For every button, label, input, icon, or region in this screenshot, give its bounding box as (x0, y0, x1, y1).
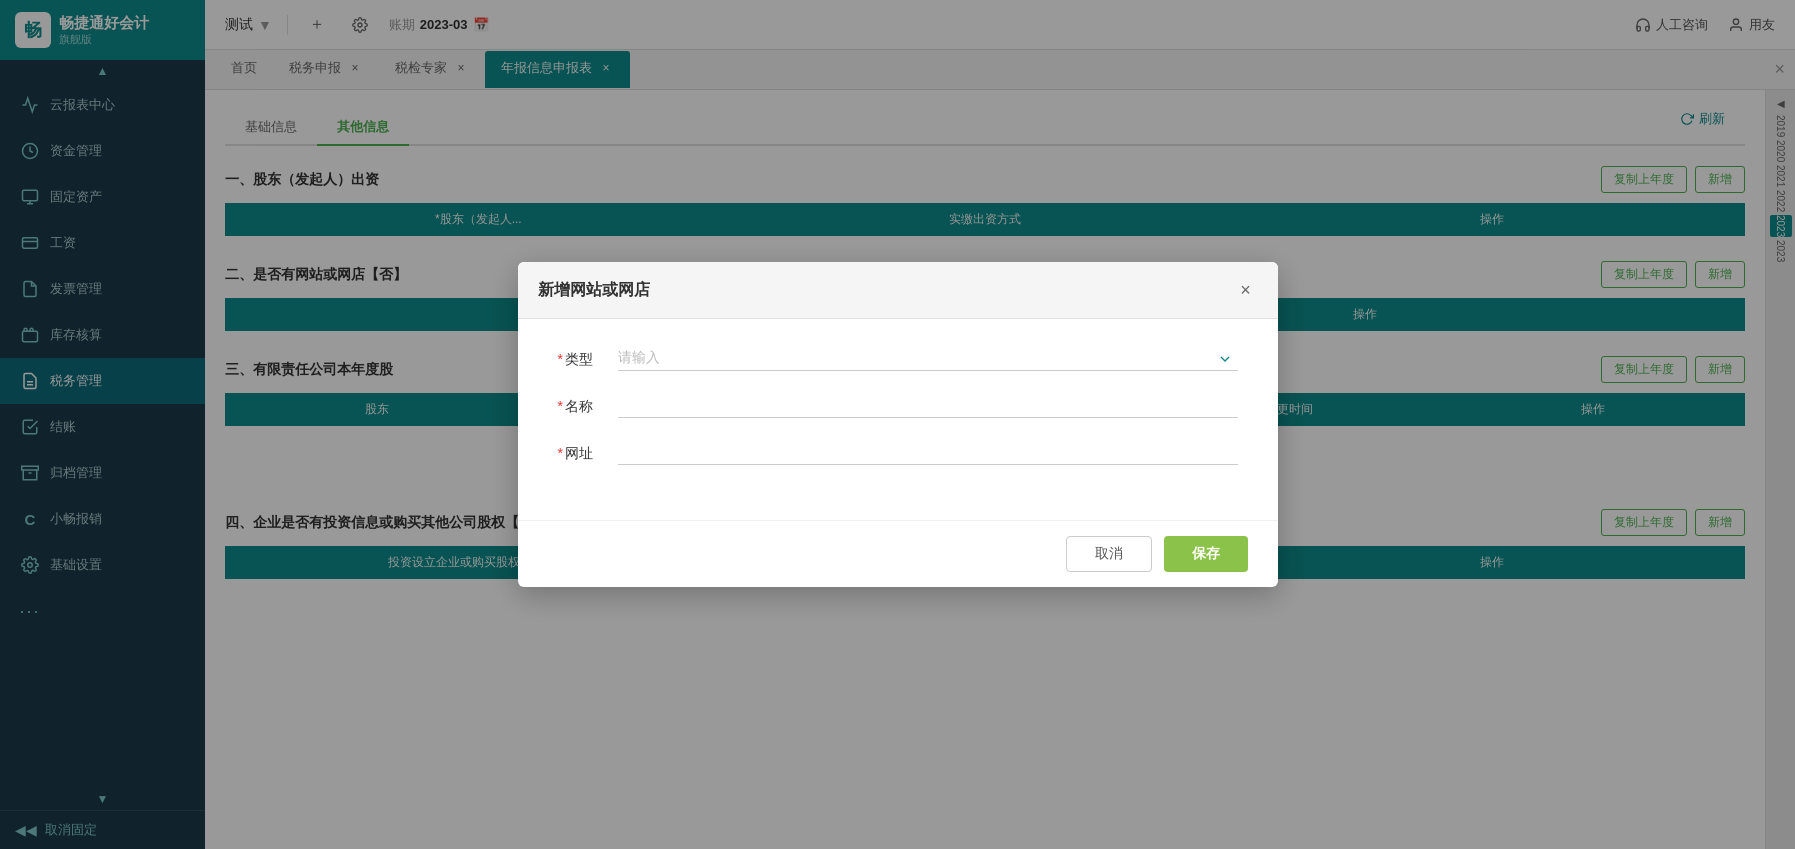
cancel-button[interactable]: 取消 (1066, 536, 1152, 572)
dialog-overlay[interactable]: 新增网站或网店 × *类型 *名称 (0, 0, 1795, 849)
url-input[interactable] (618, 443, 1238, 459)
form-input-wrap-url (618, 443, 1238, 465)
dialog-close-button[interactable]: × (1234, 278, 1258, 302)
form-input-wrap-name (618, 396, 1238, 418)
form-row-type: *类型 (558, 349, 1238, 371)
dialog-footer: 取消 保存 (518, 520, 1278, 587)
type-dropdown-icon[interactable] (1217, 351, 1233, 371)
type-input[interactable] (618, 349, 1238, 365)
form-label-name: *名称 (558, 398, 618, 416)
form-label-type: *类型 (558, 351, 618, 369)
form-label-url: *网址 (558, 445, 618, 463)
save-button[interactable]: 保存 (1164, 536, 1248, 572)
name-input[interactable] (618, 396, 1238, 412)
dialog-add-website: 新增网站或网店 × *类型 *名称 (518, 262, 1278, 587)
form-row-name: *名称 (558, 396, 1238, 418)
form-input-wrap-type (618, 349, 1238, 371)
dialog-header: 新增网站或网店 × (518, 262, 1278, 319)
dialog-body: *类型 *名称 (518, 319, 1278, 520)
form-row-url: *网址 (558, 443, 1238, 465)
dialog-title: 新增网站或网店 (538, 280, 650, 301)
